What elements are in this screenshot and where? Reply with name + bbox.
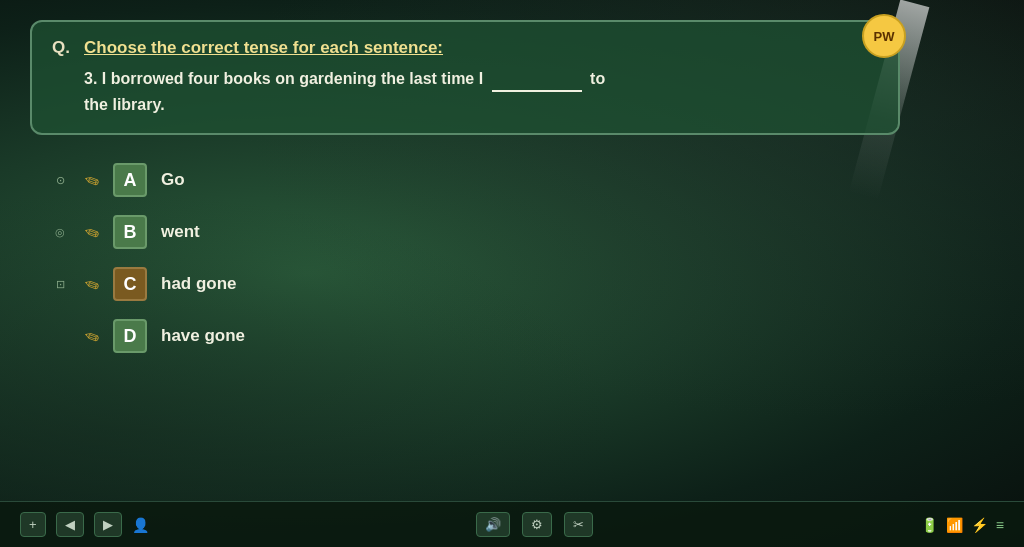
signal-icon: 📶 <box>946 517 963 533</box>
prev-icon: ◀ <box>65 517 75 532</box>
badge-b[interactable]: B <box>113 215 147 249</box>
badge-a[interactable]: A <box>113 163 147 197</box>
toolbar-right: 🔋 📶 ⚡ ≡ <box>921 517 1004 533</box>
toolbar-center: 🔊 ⚙ ✂ <box>476 512 593 537</box>
option-c-text: had gone <box>161 274 237 294</box>
option-a-text: Go <box>161 170 185 190</box>
question-text: 3. I borrowed four books on gardening th… <box>52 64 878 117</box>
next-icon: ▶ <box>103 517 113 532</box>
side-icon-c: ⊡ <box>50 274 70 294</box>
next-button[interactable]: ▶ <box>94 512 122 537</box>
plus-icon: + <box>29 517 37 532</box>
sentence-part2: to <box>590 70 605 87</box>
option-d-row[interactable]: ✏ D have gone <box>50 319 994 353</box>
question-number: 3. <box>84 70 97 87</box>
options-container: ⊙ ✏ A Go ◎ ✏ B went ⊡ ✏ C <box>30 163 994 353</box>
sentence-part1: I borrowed four books on gardening the l… <box>102 70 483 87</box>
person-icon: 👤 <box>132 517 149 533</box>
sentence-part3: the library. <box>84 96 165 113</box>
pencil-a: ✏ <box>84 171 99 189</box>
side-icon-b: ◎ <box>50 222 70 242</box>
pencil-icon-d: ✏ <box>81 325 101 347</box>
option-d-text: have gone <box>161 326 245 346</box>
pencil-icon-b: ✏ <box>81 221 101 243</box>
pencil-b: ✏ <box>84 223 99 241</box>
cut-button[interactable]: ✂ <box>564 512 593 537</box>
sound-icon: 🔊 <box>485 517 501 532</box>
pencil-icon-c: ✏ <box>81 273 101 295</box>
option-b-row[interactable]: ◎ ✏ B went <box>50 215 994 249</box>
badge-d[interactable]: D <box>113 319 147 353</box>
pencil-icon-a: ✏ <box>81 169 101 191</box>
side-icon-a: ⊙ <box>50 170 70 190</box>
gear-icon: ⚙ <box>531 517 543 532</box>
scissors-icon: ✂ <box>573 517 584 532</box>
option-b-text: went <box>161 222 200 242</box>
sound-button[interactable]: 🔊 <box>476 512 510 537</box>
menu-icon: ≡ <box>996 517 1004 533</box>
settings-button[interactable]: ⚙ <box>522 512 552 537</box>
question-box: Q. Choose the correct tense for each sen… <box>30 20 900 135</box>
blank-space <box>492 64 582 92</box>
badge-c[interactable]: C <box>113 267 147 301</box>
question-title: Choose the correct tense for each senten… <box>84 38 443 58</box>
option-c-row[interactable]: ⊡ ✏ C had gone <box>50 267 994 301</box>
toolbar-left: + ◀ ▶ 👤 <box>20 512 149 537</box>
plus-button[interactable]: + <box>20 512 46 537</box>
bottom-toolbar: + ◀ ▶ 👤 🔊 ⚙ ✂ 🔋 📶 ⚡ ≡ <box>0 501 1024 547</box>
pw-badge: PW <box>862 14 906 58</box>
battery-icon: 🔋 <box>921 517 938 533</box>
pencil-d: ✏ <box>84 327 99 345</box>
prev-button[interactable]: ◀ <box>56 512 84 537</box>
side-icon-d <box>50 326 70 346</box>
pencil-c: ✏ <box>84 275 99 293</box>
option-a-row[interactable]: ⊙ ✏ A Go <box>50 163 994 197</box>
q-label: Q. <box>52 38 76 58</box>
lightning-icon: ⚡ <box>971 517 988 533</box>
